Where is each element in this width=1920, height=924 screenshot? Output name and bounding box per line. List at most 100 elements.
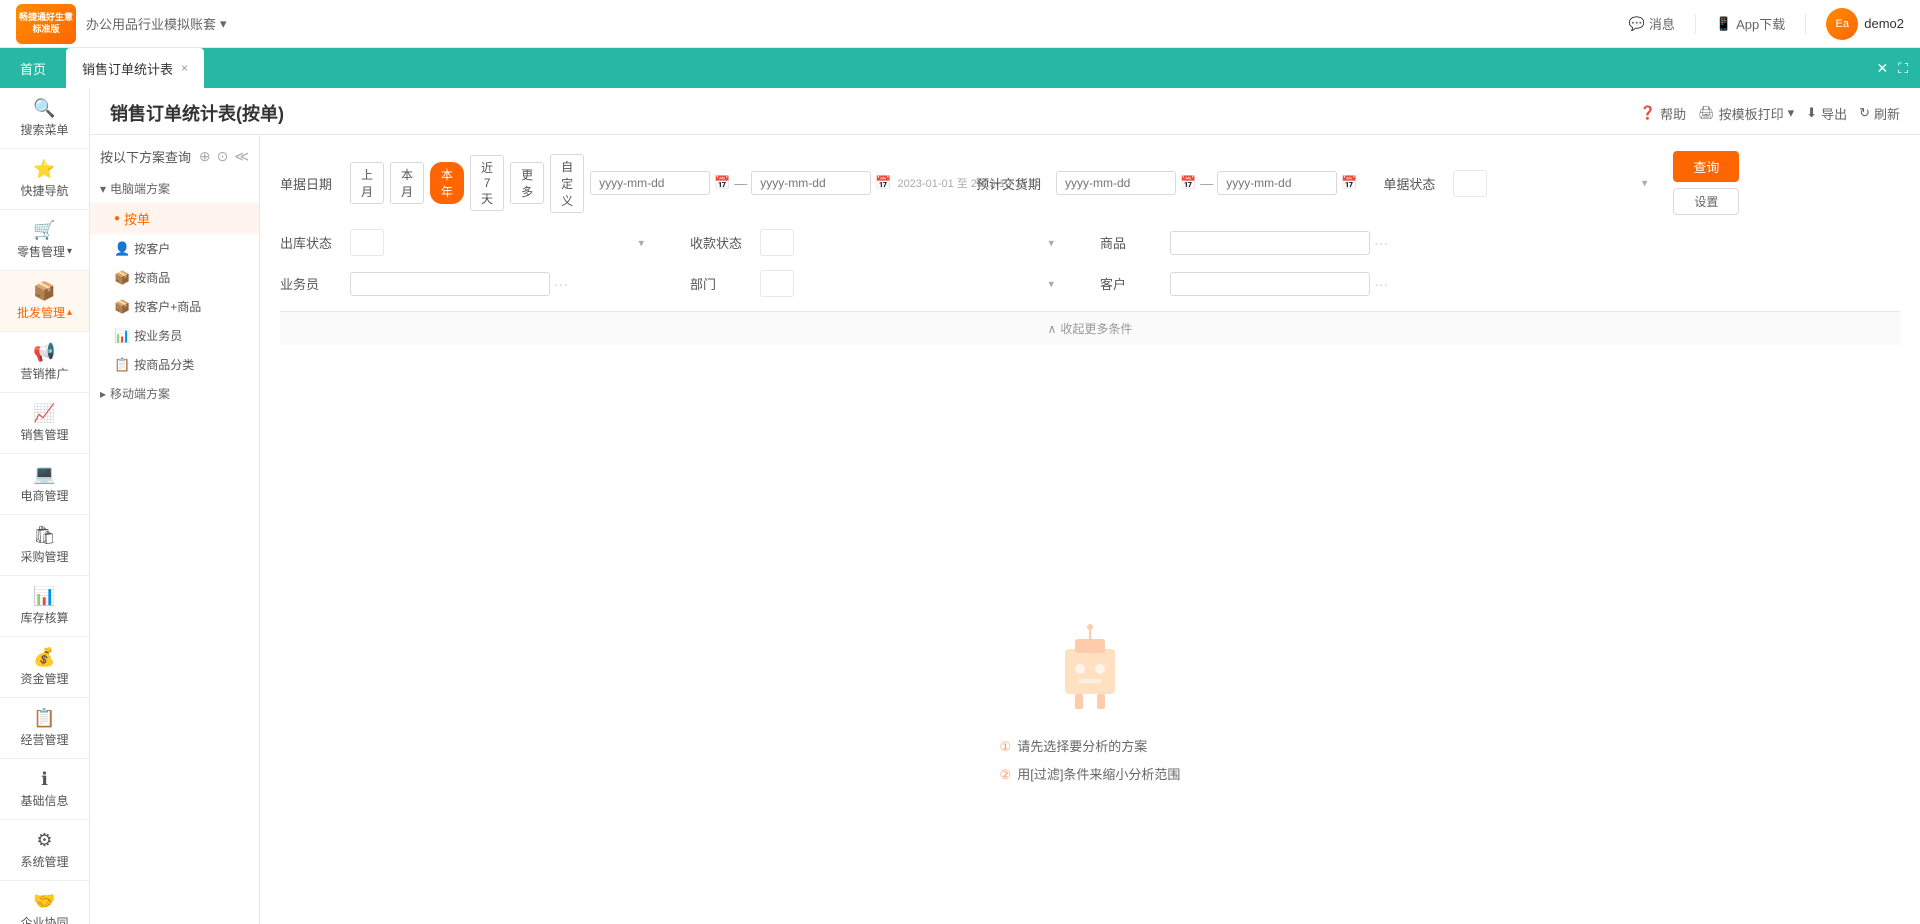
department-label: 部门 <box>690 274 750 293</box>
tab-label: 销售订单统计表 <box>82 59 173 78</box>
delivery-start-input[interactable] <box>1056 171 1176 195</box>
payment-status-select[interactable] <box>760 229 794 256</box>
collapse-up-icon: ∧ <box>1048 322 1057 336</box>
scheme-item-by-goods[interactable]: 📦 按商品 <box>90 263 259 292</box>
settings-scheme-icon[interactable]: ⊙ <box>217 148 229 165</box>
user-menu[interactable]: Ea demo2 <box>1826 8 1904 40</box>
goods-input[interactable] <box>1170 231 1370 255</box>
refresh-icon: ↻ <box>1859 105 1870 121</box>
filter-panel: 单据日期 上月 本月 本年 近7天 更多 自定义 <box>260 135 1920 486</box>
scheme-item-by-salesperson[interactable]: 📊 按业务员 <box>90 321 259 350</box>
scheme-group-pc[interactable]: ▾ 电脑端方案 <box>90 174 259 203</box>
scheme-item-by-customer-goods[interactable]: 📦 按客户+商品 <box>90 292 259 321</box>
date-start-input[interactable] <box>590 171 710 195</box>
goods-more-icon[interactable]: ··· <box>1374 235 1388 251</box>
sidebar-item-inventory[interactable]: 📊 库存核算 <box>0 576 89 637</box>
message-button[interactable]: 💬 消息 <box>1629 14 1675 33</box>
delivery-date-group: 📅 — 📅 <box>1056 171 1357 195</box>
date-7days-btn[interactable]: 近7天 <box>470 155 504 211</box>
empty-illustration <box>1040 619 1140 719</box>
goods-icon: 📦 <box>114 270 130 286</box>
date-last-month-btn[interactable]: 上月 <box>350 162 384 204</box>
finance-icon: 💰 <box>4 647 85 668</box>
empty-hint-2: ② 用[过滤]条件来缩小分析范围 <box>1000 763 1181 786</box>
sidebar-item-operations[interactable]: 📋 经营管理 <box>0 698 89 759</box>
collapse-bar[interactable]: ∧ 收起更多条件 <box>280 311 1900 345</box>
right-panel: 单据日期 上月 本月 本年 近7天 更多 自定义 <box>260 135 1920 924</box>
delivery-end-input[interactable] <box>1217 171 1337 195</box>
add-scheme-icon[interactable]: ⊕ <box>199 148 211 165</box>
sidebar-item-search[interactable]: 🔍 搜索菜单 <box>0 88 89 149</box>
topbar: 畅捷通好生意 标准版 办公用品行业模拟账套 ▾ 💬 消息 📱 App下载 Ea … <box>0 0 1920 48</box>
scheme-group-mobile[interactable]: ▸ 移动端方案 <box>90 379 259 408</box>
date-end-input[interactable] <box>751 171 871 195</box>
filter-settings-button[interactable]: 设置 <box>1673 188 1739 215</box>
ops-icon: 📋 <box>4 708 85 729</box>
sidebar-item-basic-info[interactable]: ℹ 基础信息 <box>0 759 89 820</box>
scheme-item-by-customer[interactable]: 👤 按客户 <box>90 234 259 263</box>
scheme-item-by-category[interactable]: 📋 按商品分类 <box>90 350 259 379</box>
page-title: 销售订单统计表(按单) <box>110 100 284 126</box>
cal-end-icon[interactable]: 📅 <box>875 175 891 191</box>
date-this-year-btn[interactable]: 本年 <box>430 162 464 204</box>
sidebar-item-retail[interactable]: 🛒 零售管理 ▾ <box>0 210 89 271</box>
customer-label: 客户 <box>1100 274 1160 293</box>
cal-start-icon[interactable]: 📅 <box>714 175 730 191</box>
scheme-group-pc-label: 电脑端方案 <box>110 180 170 197</box>
sidebar-item-purchase[interactable]: 🛍 采购管理 <box>0 515 89 576</box>
scheme-panel-actions: ⊕ ⊙ ≪ <box>199 148 249 165</box>
app-download-button[interactable]: 📱 App下载 <box>1716 14 1785 33</box>
sidebar-item-quick-nav[interactable]: ⭐ 快捷导航 <box>0 149 89 210</box>
maximize-icon[interactable]: ⛶ <box>1898 60 1908 77</box>
message-icon: 💬 <box>1629 16 1645 32</box>
collab-icon: 🤝 <box>4 891 85 912</box>
tab-close-button[interactable]: × <box>181 61 188 75</box>
topbar-left: 畅捷通好生意 标准版 办公用品行业模拟账套 ▾ <box>16 4 227 44</box>
help-button[interactable]: ❓ 帮助 <box>1640 104 1686 123</box>
date-more-btn[interactable]: 更多 <box>510 162 544 204</box>
sidebar-item-marketing[interactable]: 📢 营销推广 <box>0 332 89 393</box>
collapse-scheme-icon[interactable]: ≪ <box>234 148 249 165</box>
ship-status-select-wrap: ▾ <box>350 229 650 256</box>
ship-status-select[interactable] <box>350 229 384 256</box>
search-icon: 🔍 <box>4 98 85 119</box>
tab-sales-order-stats[interactable]: 销售订单统计表 × <box>66 48 204 88</box>
sidebar-item-collab[interactable]: 🤝 企业协同 <box>0 881 89 924</box>
scheme-item-by-order[interactable]: ● 按单 <box>90 203 259 234</box>
sidebar-item-wholesale[interactable]: 📦 批发管理 ▴ <box>0 271 89 332</box>
topbar-right: 💬 消息 📱 App下载 Ea demo2 <box>1629 8 1904 40</box>
sidebar-item-sales[interactable]: 📈 销售管理 <box>0 393 89 454</box>
salesperson-input-area: ··· <box>350 272 650 296</box>
cal-delivery-start-icon[interactable]: 📅 <box>1180 175 1196 191</box>
ship-status-arrow: ▾ <box>638 236 644 249</box>
customer-input[interactable] <box>1170 272 1370 296</box>
logo[interactable]: 畅捷通好生意 标准版 <box>16 4 76 44</box>
goods-label: 商品 <box>1100 233 1160 252</box>
salesperson-more-icon[interactable]: ··· <box>554 276 568 292</box>
close-window-icon[interactable]: ✕ <box>1876 60 1888 77</box>
salesperson-input[interactable] <box>350 272 550 296</box>
company-selector[interactable]: 办公用品行业模拟账套 ▾ <box>86 14 227 33</box>
print-button[interactable]: 🖨 按模板打印 ▾ <box>1698 104 1794 123</box>
search-button[interactable]: 查询 <box>1673 151 1739 182</box>
refresh-button[interactable]: ↻ 刷新 <box>1859 104 1900 123</box>
sidebar-item-finance[interactable]: 💰 资金管理 <box>0 637 89 698</box>
export-button[interactable]: ⬇ 导出 <box>1806 104 1847 123</box>
date-custom-btn[interactable]: 自定义 <box>550 154 584 213</box>
customer-more-icon[interactable]: ··· <box>1374 276 1388 292</box>
multi-icon: 📦 <box>114 299 130 315</box>
bill-status-select[interactable] <box>1453 170 1487 197</box>
department-select[interactable] <box>760 270 794 297</box>
main-layout: 🔍 搜索菜单 ⭐ 快捷导航 🛒 零售管理 ▾ 📦 批发管理 ▴ 📢 营销推广 <box>0 88 1920 924</box>
info-icon: ℹ <box>4 769 85 790</box>
cal-delivery-end-icon[interactable]: 📅 <box>1341 175 1357 191</box>
phone-icon: 📱 <box>1716 16 1732 32</box>
active-dot-icon: ● <box>114 213 120 224</box>
date-this-month-btn[interactable]: 本月 <box>390 162 424 204</box>
purchase-icon: 🛍 <box>4 525 85 546</box>
date-range-inputs: 📅 — 📅 <box>590 171 891 195</box>
sidebar-item-system[interactable]: ⚙ 系统管理 <box>0 820 89 881</box>
tab-home[interactable]: 首页 <box>0 48 66 88</box>
sidebar-item-ecommerce[interactable]: 💻 电商管理 <box>0 454 89 515</box>
company-name: 办公用品行业模拟账套 <box>86 14 216 33</box>
